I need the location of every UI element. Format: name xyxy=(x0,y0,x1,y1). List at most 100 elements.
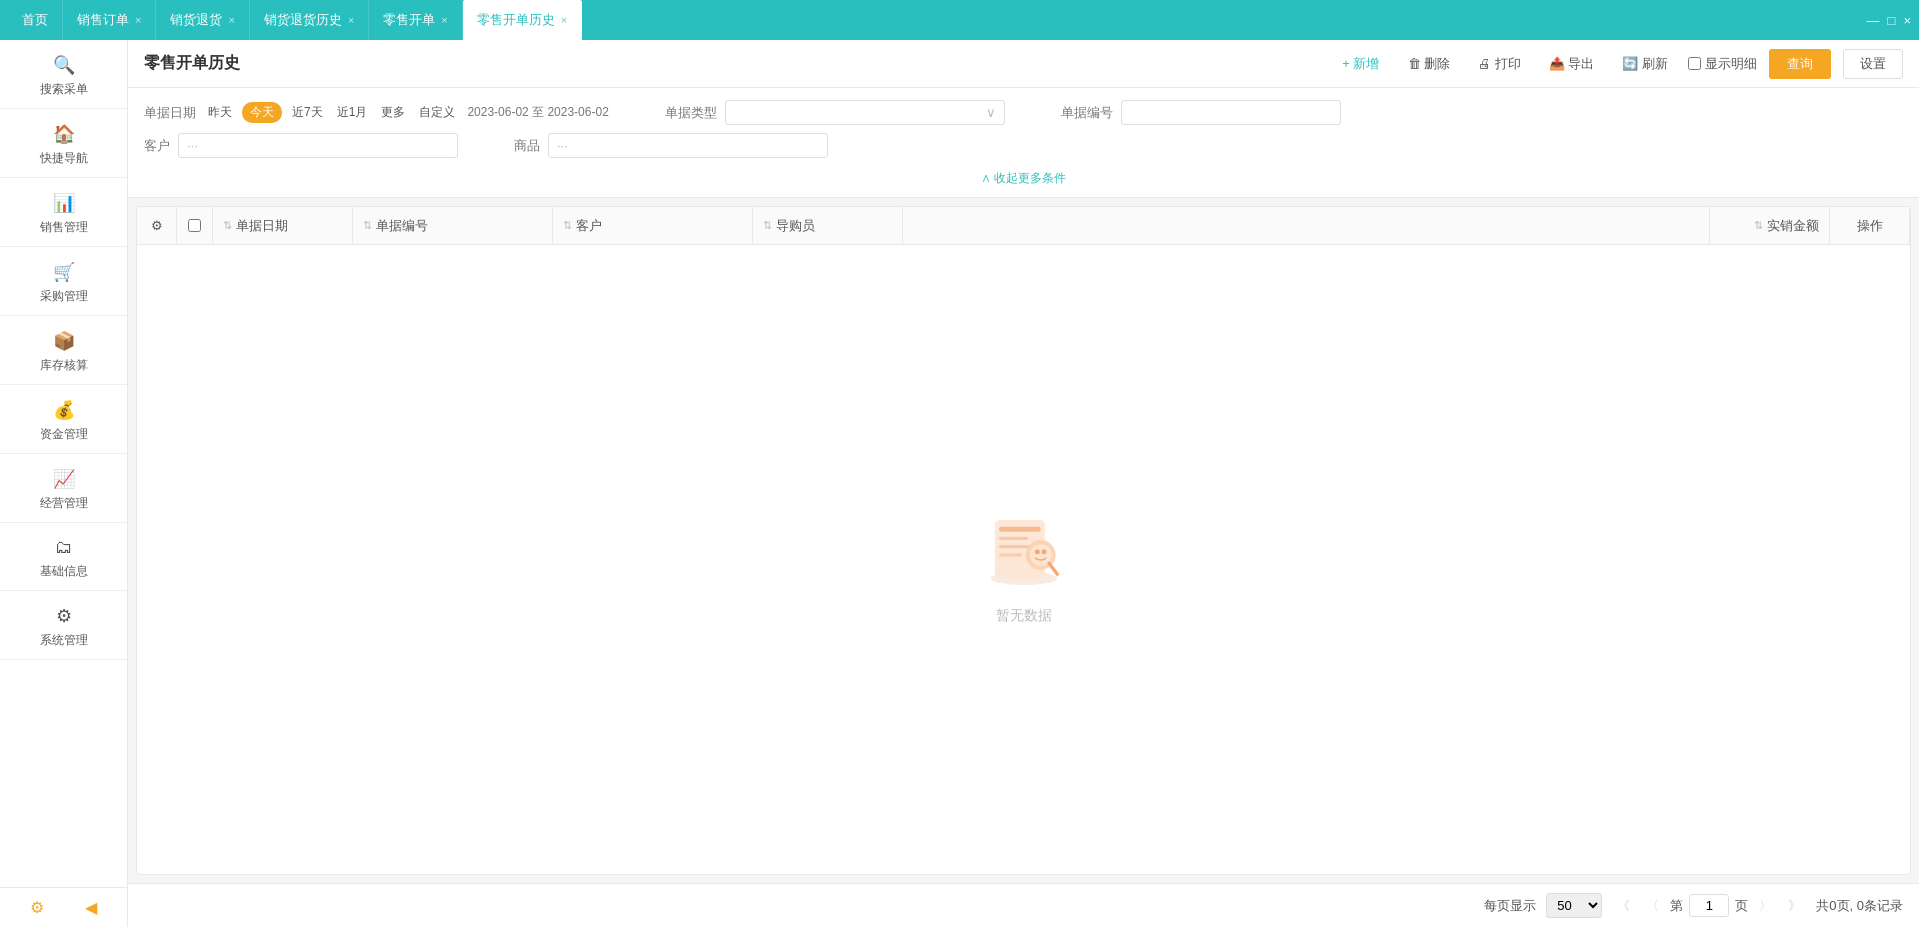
sidebar-item-system-label: 系统管理 xyxy=(40,632,88,649)
th-order-no-label: 单据编号 xyxy=(376,217,428,235)
maximize-btn[interactable]: □ xyxy=(1888,13,1896,28)
doc-type-select[interactable]: ∨ xyxy=(725,100,1005,125)
tab-retail-open[interactable]: 零售开单 × xyxy=(369,0,462,40)
page-input[interactable] xyxy=(1689,894,1729,917)
tab-sales-return[interactable]: 销货退货 × xyxy=(156,0,249,40)
sidebar-item-sales[interactable]: 📊 销售管理 xyxy=(0,178,127,247)
sidebar-item-basic-label: 基础信息 xyxy=(40,563,88,580)
th-check[interactable] xyxy=(177,207,213,244)
sidebar-item-basic[interactable]: 🗂 基础信息 xyxy=(0,523,127,591)
filter-row-2: 客户 ··· 商品 ··· xyxy=(144,133,1903,158)
close-btn[interactable]: × xyxy=(1903,13,1911,28)
prev-page-btn[interactable]: 〈 xyxy=(1641,895,1664,917)
th-guide-label: 导购员 xyxy=(776,217,815,235)
tab-sales-return-history[interactable]: 销货退货历史 × xyxy=(250,0,369,40)
customer-select[interactable]: ··· xyxy=(178,133,458,158)
empty-text: 暂无数据 xyxy=(996,607,1052,625)
finance-icon: 💰 xyxy=(53,399,75,421)
svg-line-8 xyxy=(1049,563,1057,574)
page-label: 第 xyxy=(1670,897,1683,915)
top-nav-bar: 首页 销售订单 × 销货退货 × 销货退货历史 × 零售开单 × 零售开单历史 … xyxy=(0,0,1919,40)
date-custom-btn[interactable]: 自定义 xyxy=(415,102,459,123)
goods-label: 商品 xyxy=(514,137,540,155)
th-amount-label: 实销金额 xyxy=(1767,217,1819,235)
add-button[interactable]: + 新增 xyxy=(1334,51,1387,77)
window-controls: — □ × xyxy=(1867,13,1911,28)
tab-sales-order-label: 销售订单 xyxy=(77,11,129,29)
customer-label: 客户 xyxy=(144,137,170,155)
tab-retail-open-history[interactable]: 零售开单历史 × xyxy=(463,0,582,40)
th-customer[interactable]: ⇅ 客户 xyxy=(553,207,753,244)
sidebar-settings-icon[interactable]: ⚙ xyxy=(30,898,44,917)
tab-sales-order[interactable]: 销售订单 × xyxy=(63,0,156,40)
filter-area: 单据日期 昨天 今天 近7天 近1月 更多 自定义 2023-06-02 至 2… xyxy=(128,88,1919,198)
doc-no-input[interactable] xyxy=(1121,100,1341,125)
print-button[interactable]: 🖨 打印 xyxy=(1470,51,1529,77)
sort-amount-icon: ⇅ xyxy=(1754,219,1763,232)
th-amount[interactable]: ⇅ 实销金额 xyxy=(1710,207,1830,244)
svg-rect-2 xyxy=(999,526,1041,531)
search-icon: 🔍 xyxy=(53,54,75,76)
sidebar-bottom: ⚙ ◀ xyxy=(0,887,127,927)
purchase-icon: 🛒 xyxy=(53,261,75,283)
delete-button[interactable]: 🗑 删除 xyxy=(1400,51,1459,77)
th-gear[interactable]: ⚙ xyxy=(137,207,177,244)
tab-sales-return-history-close[interactable]: × xyxy=(348,14,354,26)
sidebar-item-finance[interactable]: 💰 资金管理 xyxy=(0,385,127,454)
th-order-no[interactable]: ⇅ 单据编号 xyxy=(353,207,553,244)
goods-dots: ··· xyxy=(557,138,568,153)
empty-illustration xyxy=(974,495,1074,595)
svg-point-10 xyxy=(1041,549,1046,554)
svg-rect-3 xyxy=(999,536,1028,539)
goods-select[interactable]: ··· xyxy=(548,133,828,158)
tab-retail-open-close[interactable]: × xyxy=(441,14,447,26)
doc-type-label: 单据类型 xyxy=(665,104,717,122)
show-detail-checkbox[interactable] xyxy=(1688,57,1701,70)
sidebar-item-operation[interactable]: 📈 经营管理 xyxy=(0,454,127,523)
date-yesterday-btn[interactable]: 昨天 xyxy=(204,102,236,123)
export-button[interactable]: 📤 导出 xyxy=(1541,51,1603,77)
sidebar-item-quick-nav[interactable]: 🏠 快捷导航 xyxy=(0,109,127,178)
tab-retail-open-label: 零售开单 xyxy=(383,11,435,29)
date-today-btn[interactable]: 今天 xyxy=(242,102,282,123)
date-filter-field: 单据日期 昨天 今天 近7天 近1月 更多 自定义 2023-06-02 至 2… xyxy=(144,102,609,123)
stock-icon: 📦 xyxy=(53,330,75,352)
sidebar-item-system[interactable]: ⚙ 系统管理 xyxy=(0,591,127,660)
date-last1month-btn[interactable]: 近1月 xyxy=(333,102,372,123)
th-spacer xyxy=(903,207,1710,244)
date-last7-btn[interactable]: 近7天 xyxy=(288,102,327,123)
select-all-checkbox[interactable] xyxy=(188,219,201,232)
refresh-button[interactable]: 🔄 刷新 xyxy=(1614,51,1676,77)
tab-retail-open-history-close[interactable]: × xyxy=(561,14,567,26)
sort-guide-icon: ⇅ xyxy=(763,219,772,232)
sidebar-item-purchase[interactable]: 🛒 采购管理 xyxy=(0,247,127,316)
th-ops-label: 操作 xyxy=(1857,217,1883,235)
tab-sales-return-close[interactable]: × xyxy=(228,14,234,26)
sidebar-item-sales-label: 销售管理 xyxy=(40,219,88,236)
page-header: 零售开单历史 + 新增 🗑 删除 🖨 打印 📤 导出 🔄 刷新 显示明细 查询 … xyxy=(128,40,1919,88)
tab-sales-order-close[interactable]: × xyxy=(135,14,141,26)
settings-button[interactable]: 设置 xyxy=(1843,49,1903,79)
minimize-btn[interactable]: — xyxy=(1867,13,1880,28)
collapse-btn[interactable]: ∧ 收起更多条件 xyxy=(144,166,1903,189)
show-detail-label: 显示明细 xyxy=(1705,55,1757,73)
first-page-btn[interactable]: 《 xyxy=(1612,895,1635,917)
show-detail-checkbox-label[interactable]: 显示明细 xyxy=(1688,55,1757,73)
last-page-btn[interactable]: 》 xyxy=(1783,895,1806,917)
th-guide[interactable]: ⇅ 导购员 xyxy=(753,207,903,244)
sidebar-item-stock[interactable]: 📦 库存核算 xyxy=(0,316,127,385)
total-label: 共0页, 0条记录 xyxy=(1816,897,1903,915)
sidebar-collapse-icon[interactable]: ◀ xyxy=(85,898,97,917)
date-range-display: 2023-06-02 至 2023-06-02 xyxy=(467,104,608,121)
query-button[interactable]: 查询 xyxy=(1769,49,1831,79)
date-more-btn[interactable]: 更多 xyxy=(377,102,409,123)
next-page-btn[interactable]: 〉 xyxy=(1754,895,1777,917)
th-date[interactable]: ⇅ 单据日期 xyxy=(213,207,353,244)
table-area: ⚙ ⇅ 单据日期 ⇅ 单据编号 ⇅ 客户 ⇅ xyxy=(136,206,1911,875)
per-page-select[interactable]: 50 10 20 100 xyxy=(1546,893,1602,918)
tab-home[interactable]: 首页 xyxy=(8,0,63,40)
sidebar-item-purchase-label: 采购管理 xyxy=(40,288,88,305)
svg-rect-4 xyxy=(999,545,1032,548)
toolbar: + 新增 🗑 删除 🖨 打印 📤 导出 🔄 刷新 显示明细 查询 设置 xyxy=(1334,49,1903,79)
sidebar-item-search[interactable]: 🔍 搜索采单 xyxy=(0,40,127,109)
